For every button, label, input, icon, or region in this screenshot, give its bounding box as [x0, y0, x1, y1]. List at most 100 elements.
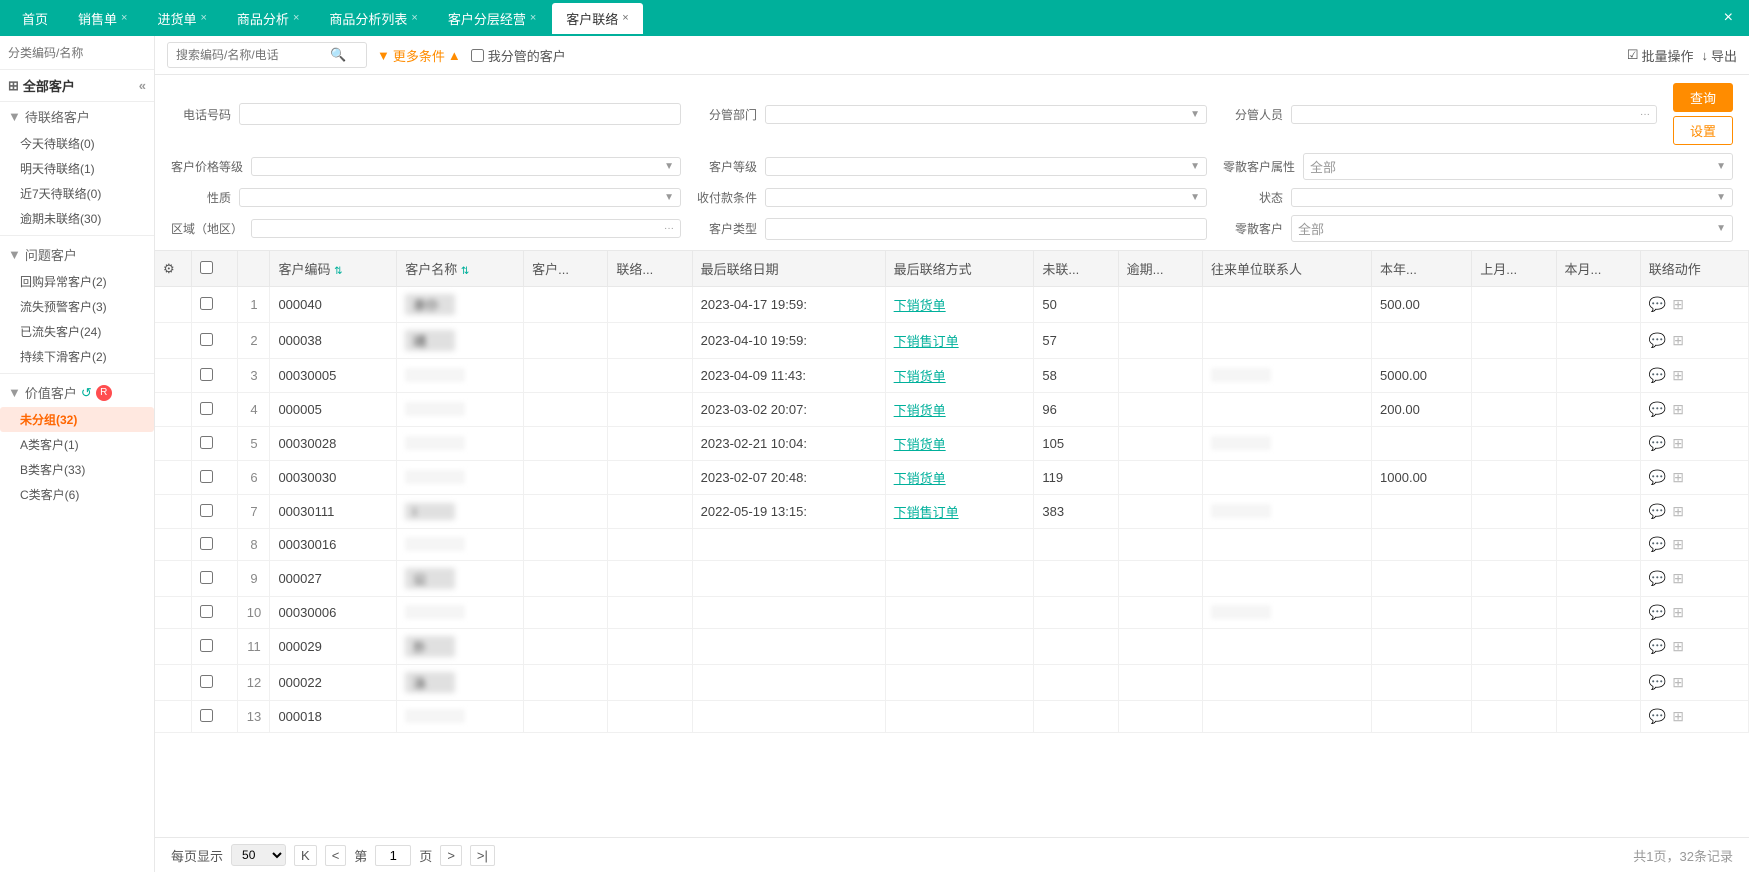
main-search-input[interactable]: [176, 48, 326, 62]
row-checkbox[interactable]: [200, 436, 213, 449]
refresh-icon[interactable]: ↺: [81, 385, 92, 401]
sidebar-item-week-pending[interactable]: 近7天待联络(0): [0, 181, 154, 206]
th-contact[interactable]: 联络...: [608, 251, 692, 287]
sidebar-collapse-icon[interactable]: «: [139, 78, 146, 93]
purchase-tab-close[interactable]: ×: [200, 12, 206, 24]
th-settings[interactable]: ⚙: [155, 251, 191, 287]
chat-icon[interactable]: 💬: [1649, 435, 1666, 452]
grid-action-icon[interactable]: ⊞: [1672, 638, 1684, 655]
contact-type-link[interactable]: 下销售订单: [894, 334, 959, 349]
chat-icon[interactable]: 💬: [1649, 638, 1666, 655]
th-name[interactable]: 客户名称 ⇅: [397, 251, 524, 287]
region-select[interactable]: ···: [251, 219, 681, 238]
chat-icon[interactable]: 💬: [1649, 570, 1666, 587]
sidebar-item-class-a[interactable]: A类客户(1): [0, 432, 154, 457]
nav-tab-product-analysis[interactable]: 商品分析 ×: [223, 3, 313, 34]
cust-level-select[interactable]: ▼: [765, 157, 1207, 176]
chat-icon[interactable]: 💬: [1649, 674, 1666, 691]
select-all-checkbox[interactable]: [200, 261, 213, 274]
batch-op-btn[interactable]: ☑ 批量操作: [1627, 46, 1694, 65]
contact-type-link[interactable]: 下销货单: [894, 471, 946, 486]
nav-tab-product-analysis-list[interactable]: 商品分析列表 ×: [315, 3, 431, 34]
query-button[interactable]: 查询: [1673, 83, 1733, 112]
contact-type-link[interactable]: 下销货单: [894, 437, 946, 452]
grid-action-icon[interactable]: ⊞: [1672, 401, 1684, 418]
close-all-btn[interactable]: ×: [1716, 9, 1741, 27]
grid-action-icon[interactable]: ⊞: [1672, 708, 1684, 725]
price-level-select[interactable]: ▼: [251, 157, 681, 176]
row-checkbox[interactable]: [200, 297, 213, 310]
retail-cust-select[interactable]: 全部 ▼: [1291, 215, 1733, 242]
nav-tab-customer-contact[interactable]: 客户联络 ×: [552, 3, 642, 34]
row-checkbox[interactable]: [200, 571, 213, 584]
my-customers-checkbox[interactable]: [471, 49, 484, 62]
chat-icon[interactable]: 💬: [1649, 296, 1666, 313]
chat-icon[interactable]: 💬: [1649, 503, 1666, 520]
th-contact-person[interactable]: 往来单位联系人: [1202, 251, 1371, 287]
row-checkbox[interactable]: [200, 639, 213, 652]
manager-filter-select[interactable]: ···: [1291, 105, 1657, 124]
grid-action-icon[interactable]: ⊞: [1672, 469, 1684, 486]
sidebar-group-pending[interactable]: ▼ 待联络客户: [0, 102, 154, 131]
main-search-icon[interactable]: 🔍: [330, 47, 346, 63]
th-code[interactable]: 客户编码 ⇅: [270, 251, 397, 287]
grid-action-icon[interactable]: ⊞: [1672, 536, 1684, 553]
row-checkbox[interactable]: [200, 605, 213, 618]
grid-action-icon[interactable]: ⊞: [1672, 435, 1684, 452]
sales-tab-close[interactable]: ×: [121, 12, 127, 24]
nature-select[interactable]: ▼: [239, 188, 681, 207]
th-this-month[interactable]: 本月...: [1556, 251, 1640, 287]
prev-page-btn[interactable]: <: [325, 845, 347, 866]
row-checkbox[interactable]: [200, 709, 213, 722]
export-btn[interactable]: ↓ 导出: [1701, 46, 1737, 65]
chat-icon[interactable]: 💬: [1649, 708, 1666, 725]
sidebar-search-input[interactable]: [8, 46, 155, 60]
product-analysis-tab-close[interactable]: ×: [293, 12, 299, 24]
sidebar-group-problem[interactable]: ▼ 问题客户: [0, 240, 154, 269]
sidebar-item-class-b[interactable]: B类客户(33): [0, 457, 154, 482]
contact-type-link[interactable]: 下销货单: [894, 403, 946, 418]
row-checkbox[interactable]: [200, 675, 213, 688]
chat-icon[interactable]: 💬: [1649, 367, 1666, 384]
nav-tab-sales[interactable]: 销售单 ×: [64, 3, 141, 34]
customer-contact-tab-close[interactable]: ×: [622, 12, 628, 24]
more-conditions-btn[interactable]: ▼ 更多条件 ▲: [377, 46, 461, 65]
chat-icon[interactable]: 💬: [1649, 604, 1666, 621]
per-page-select[interactable]: 50 20 100: [231, 844, 286, 866]
nav-tab-home[interactable]: 首页: [8, 3, 62, 34]
sidebar-item-tomorrow-pending[interactable]: 明天待联络(1): [0, 156, 154, 181]
status-select[interactable]: ▼: [1291, 188, 1733, 207]
nav-tab-customer-segment[interactable]: 客户分层经营 ×: [434, 3, 550, 34]
contact-type-link[interactable]: 下销货单: [894, 369, 946, 384]
row-checkbox[interactable]: [200, 537, 213, 550]
th-this-year[interactable]: 本年...: [1372, 251, 1472, 287]
retail-attr-select[interactable]: 全部 ▼: [1303, 153, 1733, 180]
sidebar-item-declining[interactable]: 持续下滑客户(2): [0, 344, 154, 369]
sidebar-item-today-pending[interactable]: 今天待联络(0): [0, 131, 154, 156]
th-last-contact-type[interactable]: 最后联络方式: [885, 251, 1034, 287]
grid-action-icon[interactable]: ⊞: [1672, 367, 1684, 384]
grid-action-icon[interactable]: ⊞: [1672, 296, 1684, 313]
customer-segment-tab-close[interactable]: ×: [530, 12, 536, 24]
phone-filter-input[interactable]: [239, 103, 681, 125]
sidebar-item-overdue-pending[interactable]: 逾期未联络(30): [0, 206, 154, 231]
grid-action-icon[interactable]: ⊞: [1672, 674, 1684, 691]
row-checkbox[interactable]: [200, 504, 213, 517]
th-last-month[interactable]: 上月...: [1472, 251, 1556, 287]
row-checkbox[interactable]: [200, 470, 213, 483]
contact-type-link[interactable]: 下销货单: [894, 298, 946, 313]
product-analysis-list-tab-close[interactable]: ×: [411, 12, 417, 24]
sidebar-group-value[interactable]: ▼ 价值客户 ↺ R: [0, 378, 154, 407]
th-type[interactable]: 客户...: [524, 251, 608, 287]
sidebar-item-churned[interactable]: 已流失客户(24): [0, 319, 154, 344]
reset-button[interactable]: 设置: [1673, 116, 1733, 145]
chat-icon[interactable]: 💬: [1649, 536, 1666, 553]
sidebar-all-customers[interactable]: ⊞ 全部客户 «: [0, 70, 154, 102]
last-page-btn[interactable]: >|: [470, 845, 495, 866]
grid-action-icon[interactable]: ⊞: [1672, 332, 1684, 349]
th-overdue[interactable]: 逾期...: [1118, 251, 1202, 287]
dept-filter-select[interactable]: ▼: [765, 105, 1207, 124]
chat-icon[interactable]: 💬: [1649, 332, 1666, 349]
first-page-btn[interactable]: K: [294, 845, 317, 866]
payment-select[interactable]: ▼: [765, 188, 1207, 207]
